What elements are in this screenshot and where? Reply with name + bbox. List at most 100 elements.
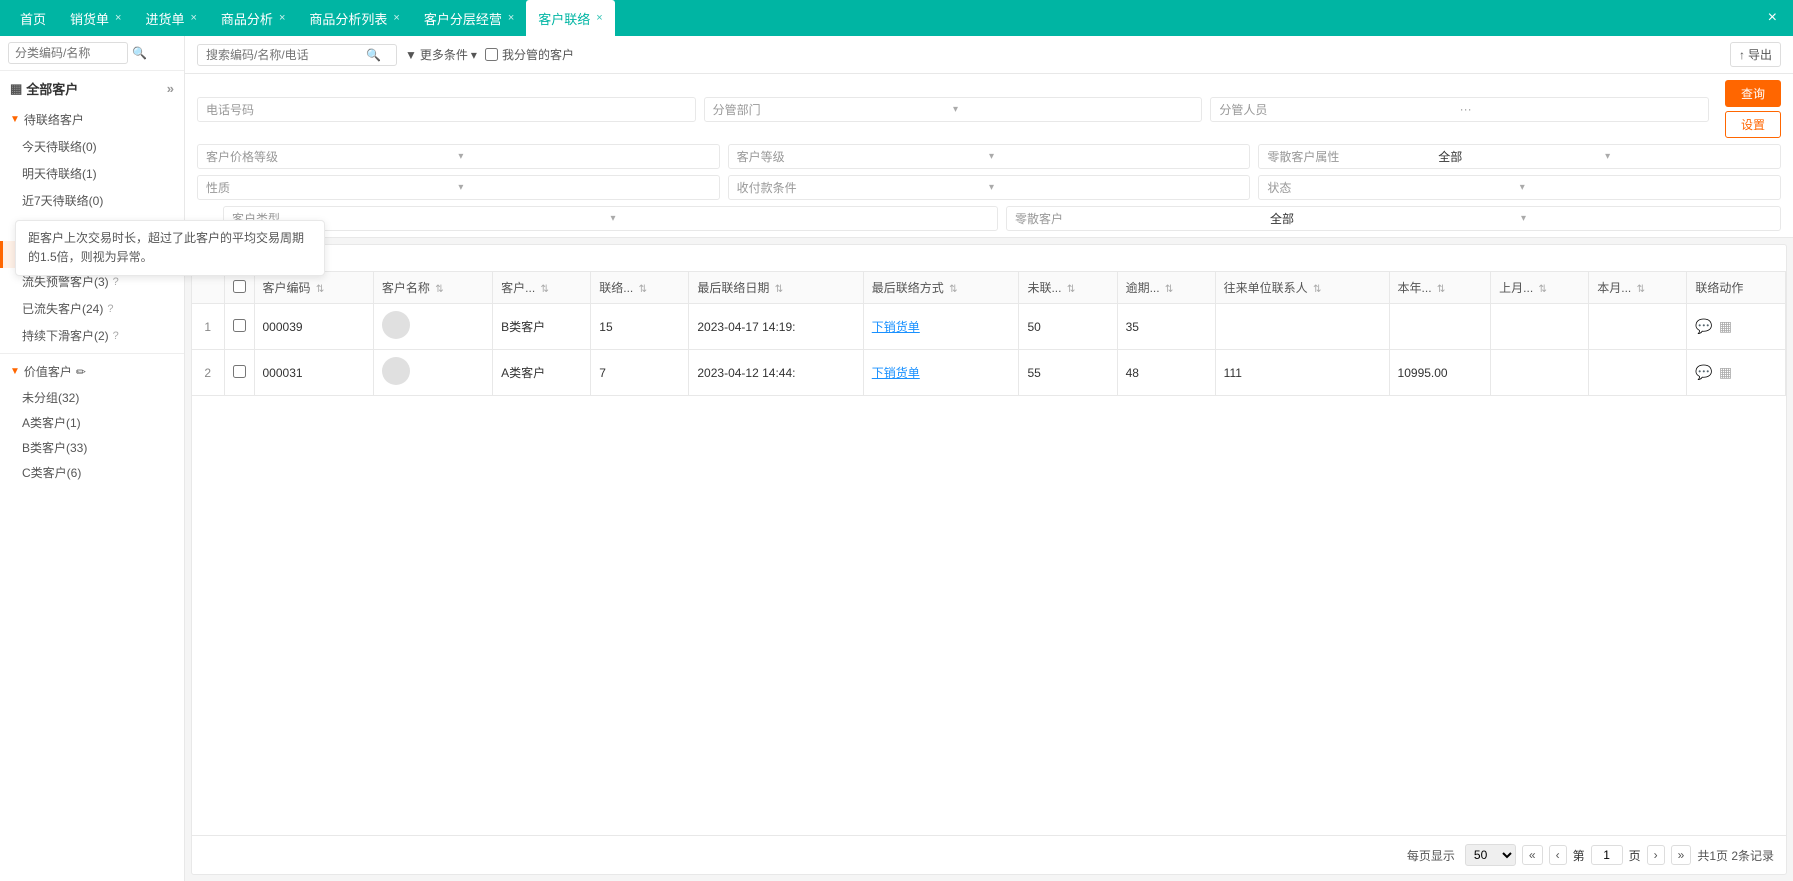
edit-icon-value[interactable]: ✏ xyxy=(76,365,86,379)
status-filter[interactable]: 状态 ▾ xyxy=(1258,175,1781,200)
retail-attr-chevron: ▾ xyxy=(1605,151,1772,162)
td-date-2: 2023-04-12 14:44: xyxy=(689,350,863,396)
per-page-select[interactable]: 50 20 100 xyxy=(1465,844,1516,866)
action-chat-icon-2[interactable]: 💬 xyxy=(1695,364,1712,381)
grid-icon: ▦ xyxy=(10,81,22,97)
action-grid-icon-1[interactable]: ▦ xyxy=(1719,318,1732,335)
method-link-1[interactable]: 下销货单 xyxy=(872,320,920,334)
sidebar-item-7days[interactable]: 近7天待联络(0) xyxy=(0,187,184,214)
td-checkbox-2 xyxy=(224,350,254,396)
nav-close-sales[interactable]: × xyxy=(115,12,121,24)
nav-close-product-list[interactable]: × xyxy=(393,12,399,24)
customer-search-input[interactable] xyxy=(206,48,366,62)
customer-search-icon[interactable]: 🔍 xyxy=(366,48,381,62)
sidebar-collapse-icon[interactable]: » xyxy=(167,81,174,96)
export-button[interactable]: ↑ 导出 xyxy=(1730,42,1781,67)
nav-product-analysis-list[interactable]: 商品分析列表 × xyxy=(297,0,411,36)
td-method-2[interactable]: 下销货单 xyxy=(863,350,1019,396)
sidebar-item-tomorrow[interactable]: 明天待联络(1) xyxy=(0,160,184,187)
sort-icon-not-contact: ⇅ xyxy=(1067,284,1075,295)
action-chat-icon-1[interactable]: 💬 xyxy=(1695,318,1712,335)
phone-filter[interactable]: 电话号码 xyxy=(197,97,696,122)
sidebar-item-today[interactable]: 今天待联络(0) xyxy=(0,133,184,160)
customer-type-filter[interactable]: 客户类型 ▾ xyxy=(223,206,998,231)
sidebar-search-input[interactable] xyxy=(8,42,128,64)
filter-row-1: 电话号码 分管部门 ▾ 分管人员 ··· 查询 设置 xyxy=(197,80,1781,138)
td-contact-2: 7 xyxy=(591,350,689,396)
sort-icon-unit-contact: ⇅ xyxy=(1313,284,1321,295)
nav-close-contact[interactable]: × xyxy=(596,12,602,24)
current-page-input[interactable] xyxy=(1591,845,1623,865)
table-scroll-wrapper[interactable]: 客户编码 ⇅ 客户名称 ⇅ 客户... ⇅ xyxy=(192,272,1786,835)
sidebar-search-icon[interactable]: 🔍 xyxy=(132,46,147,60)
sidebar-all-customers[interactable]: ▦ 全部客户 » xyxy=(0,71,184,106)
sidebar-item-classB[interactable]: B类客户(33) xyxy=(0,435,184,460)
last-page-button[interactable]: » xyxy=(1671,845,1692,865)
next-page-button[interactable]: › xyxy=(1647,845,1665,865)
th-overdue[interactable]: 逾期... ⇅ xyxy=(1117,272,1215,304)
sidebar-value-group[interactable]: ▼ 价值客户 ✏ xyxy=(0,358,184,385)
sidebar-item-churned[interactable]: 已流失客户(24) ? xyxy=(0,295,184,322)
th-contact-count[interactable]: 联络... ⇅ xyxy=(591,272,689,304)
sidebar-item-declining[interactable]: 持续下滑客户(2) ? xyxy=(0,322,184,349)
nav-home[interactable]: 首页 xyxy=(8,0,58,36)
nav-purchase-order[interactable]: 进货单 × xyxy=(133,0,208,36)
th-last-month[interactable]: 上月... ⇅ xyxy=(1491,272,1589,304)
th-this-month[interactable]: 本月... ⇅ xyxy=(1589,272,1687,304)
th-customer-code[interactable]: 客户编码 ⇅ xyxy=(254,272,373,304)
row-checkbox-1[interactable] xyxy=(233,319,246,332)
sidebar-item-classC[interactable]: C类客户(6) xyxy=(0,460,184,485)
help-icon-declining[interactable]: ? xyxy=(113,330,119,342)
td-date-1: 2023-04-17 14:19: xyxy=(689,304,863,350)
level-filter[interactable]: 客户等级 ▾ xyxy=(728,144,1251,169)
nav-sales-order[interactable]: 销货单 × xyxy=(58,0,133,36)
nav-close-segmentation[interactable]: × xyxy=(508,12,514,24)
th-this-year[interactable]: 本年... ⇅ xyxy=(1389,272,1491,304)
filter-row-4: ... 客户类型 ▾ 零散客户 全部 ▾ xyxy=(197,206,1781,231)
th-customer-name[interactable]: 客户名称 ⇅ xyxy=(373,272,492,304)
dept-filter[interactable]: 分管部门 ▾ xyxy=(704,97,1203,122)
nav-close-purchase[interactable]: × xyxy=(190,12,196,24)
more-conditions-button[interactable]: ▼ 更多条件 ▾ xyxy=(405,46,477,63)
gender-filter[interactable]: 性质 ▾ xyxy=(197,175,720,200)
td-method-1[interactable]: 下销货单 xyxy=(863,304,1019,350)
my-customers-checkbox[interactable] xyxy=(485,48,498,61)
retail-customer-filter[interactable]: 零散客户 全部 ▾ xyxy=(1006,206,1781,231)
first-page-button[interactable]: « xyxy=(1522,845,1543,865)
sort-icon-code: ⇅ xyxy=(316,284,324,295)
person-filter[interactable]: 分管人员 ··· xyxy=(1210,97,1709,122)
method-link-2[interactable]: 下销货单 xyxy=(872,366,920,380)
td-this-month-1 xyxy=(1589,304,1687,350)
query-button[interactable]: 查询 xyxy=(1725,80,1781,107)
th-last-contact-method[interactable]: 最后联络方式 ⇅ xyxy=(863,272,1019,304)
settings-button[interactable]: 设置 xyxy=(1725,111,1781,138)
help-icon-churned[interactable]: ? xyxy=(107,303,113,315)
sort-icon-contact: ⇅ xyxy=(639,284,647,295)
select-all-checkbox[interactable] xyxy=(233,280,246,293)
nav-close-product-analysis[interactable]: × xyxy=(279,12,285,24)
nav-product-analysis[interactable]: 商品分析 × xyxy=(209,0,297,36)
retail-attr-filter[interactable]: 零散客户属性 全部 ▾ xyxy=(1258,144,1781,169)
window-close-button[interactable]: × xyxy=(1760,9,1785,27)
sidebar-item-classA[interactable]: A类客户(1) xyxy=(0,410,184,435)
th-unit-contact[interactable]: 往来单位联系人 ⇅ xyxy=(1215,272,1389,304)
action-grid-icon-2[interactable]: ▦ xyxy=(1719,364,1732,381)
filter-bar: 🔍 ▼ 更多条件 ▾ 我分管的客户 ↑ 导出 xyxy=(185,36,1793,74)
td-last-month-1 xyxy=(1491,304,1589,350)
sort-icon-method: ⇅ xyxy=(949,284,957,295)
nav-customer-contact[interactable]: 客户联络 × xyxy=(526,0,614,36)
td-not-contact-1: 50 xyxy=(1019,304,1117,350)
th-not-contact[interactable]: 未联... ⇅ xyxy=(1019,272,1117,304)
help-icon-churn-warning[interactable]: ? xyxy=(113,276,119,288)
prev-page-button[interactable]: ‹ xyxy=(1549,845,1567,865)
sidebar-pending-group-title[interactable]: ▼ 待联络客户 xyxy=(0,106,184,133)
nav-customer-segmentation[interactable]: 客户分层经营 × xyxy=(412,0,526,36)
price-level-filter[interactable]: 客户价格等级 ▾ xyxy=(197,144,720,169)
sidebar-item-ungrouped[interactable]: 未分组(32) xyxy=(0,385,184,410)
payment-filter[interactable]: 收付款条件 ▾ xyxy=(728,175,1251,200)
dept-chevron-icon: ▾ xyxy=(953,104,1193,115)
th-last-contact-date[interactable]: 最后联络日期 ⇅ xyxy=(689,272,863,304)
th-customer-type[interactable]: 客户... ⇅ xyxy=(493,272,591,304)
td-overdue-2: 48 xyxy=(1117,350,1215,396)
row-checkbox-2[interactable] xyxy=(233,365,246,378)
